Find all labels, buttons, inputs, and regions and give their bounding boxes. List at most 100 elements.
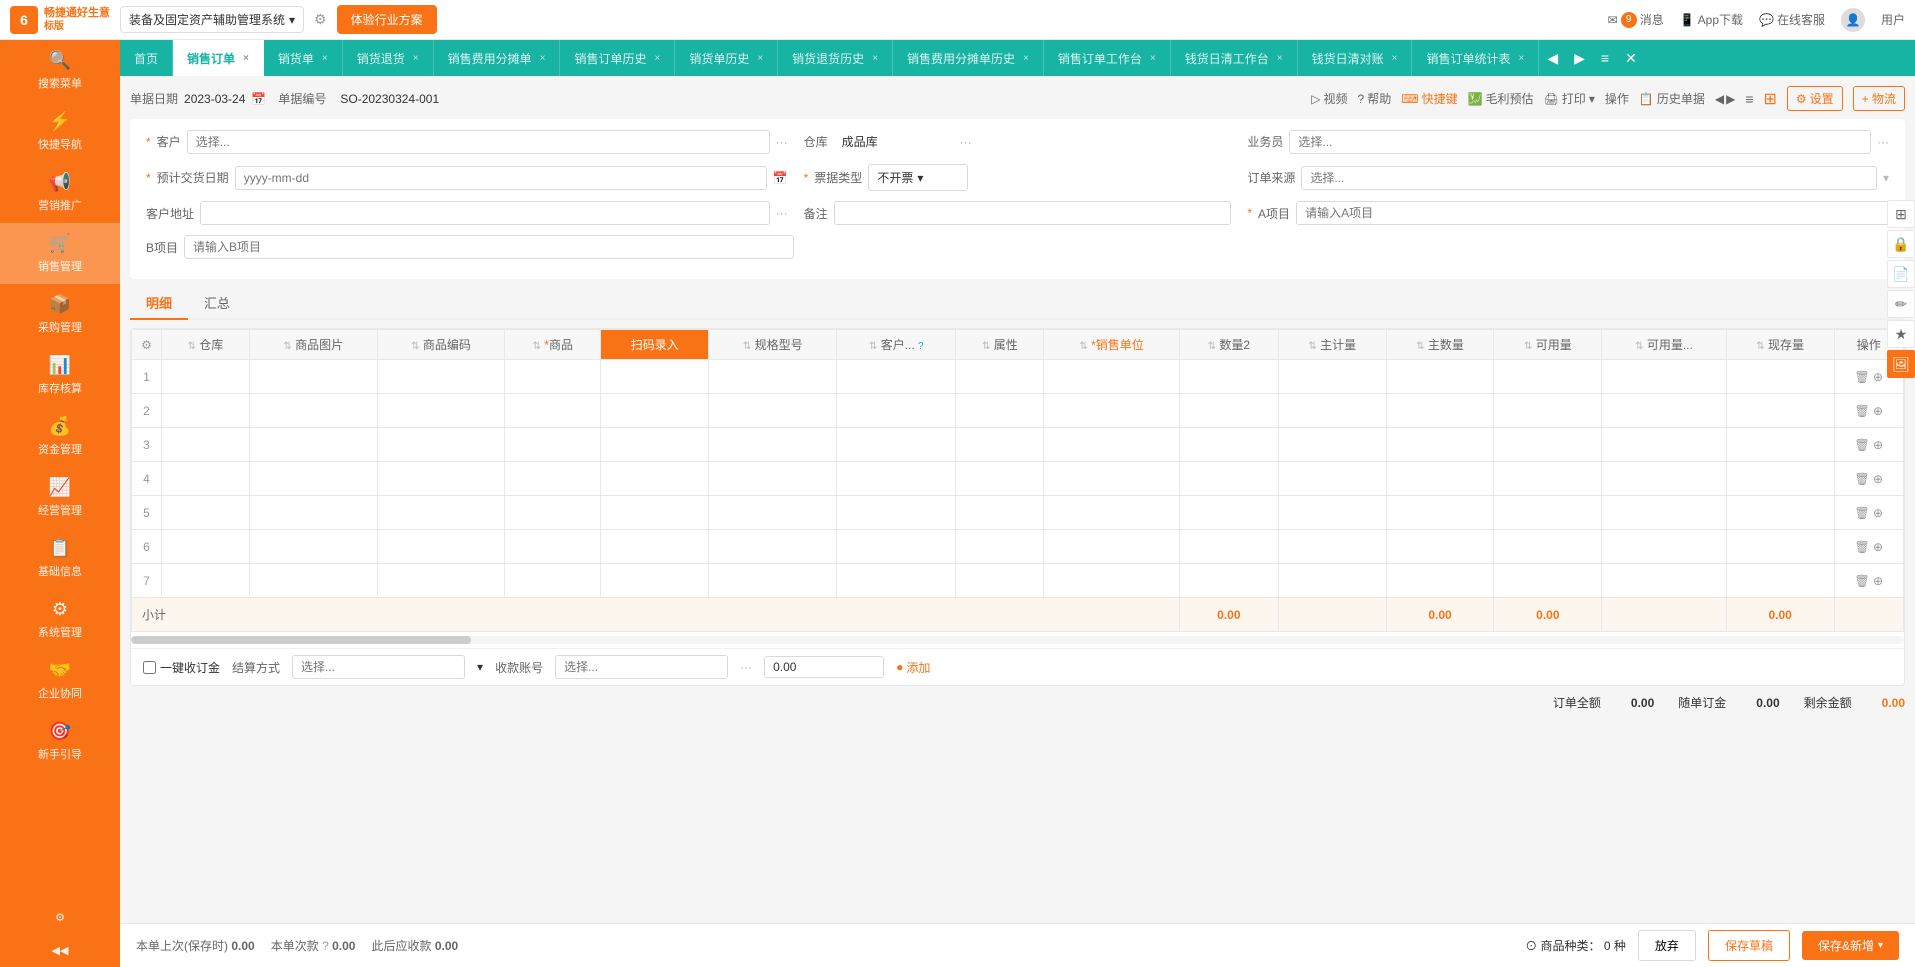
row-delete-4[interactable]: 🗑 bbox=[1854, 472, 1869, 486]
right-btn-doc[interactable]: 📄 bbox=[1887, 260, 1915, 288]
save-new-btn[interactable]: 保存&新增 ▾ bbox=[1802, 931, 1899, 960]
row-copy-3[interactable]: ⊕ bbox=[1873, 438, 1883, 452]
tab-close-sales-order[interactable]: × bbox=[243, 53, 249, 64]
tab-return-history[interactable]: 销货退货历史 × bbox=[778, 40, 893, 76]
row-copy-6[interactable]: ⊕ bbox=[1873, 540, 1883, 554]
horizontal-scrollbar[interactable] bbox=[131, 636, 1904, 644]
tab-close-sales-stats[interactable]: × bbox=[1518, 53, 1524, 64]
add-payment-btn[interactable]: ● 添加 bbox=[896, 659, 930, 676]
tab-close-fee-history[interactable]: × bbox=[1023, 53, 1029, 64]
operate-btn[interactable]: 操作 bbox=[1605, 90, 1629, 107]
right-btn-star[interactable]: ★ bbox=[1887, 320, 1915, 348]
sidebar-item-inventory[interactable]: 📊 库存核算 bbox=[0, 345, 120, 406]
sidebar-item-quicknav[interactable]: ⚡ 快捷导航 bbox=[0, 101, 120, 162]
staff-input[interactable] bbox=[1289, 130, 1871, 154]
right-btn-lock[interactable]: 🔒 bbox=[1887, 230, 1915, 258]
sidebar-item-operations[interactable]: 📈 经营管理 bbox=[0, 467, 120, 528]
sidebar-item-sales[interactable]: 🛒 销售管理 bbox=[0, 223, 120, 284]
pay-method-input[interactable] bbox=[292, 655, 465, 679]
tab-sales-goods[interactable]: 销货单 × bbox=[264, 40, 343, 76]
row-delete-3[interactable]: 🗑 bbox=[1854, 438, 1869, 452]
row-delete-7[interactable]: 🗑 bbox=[1854, 574, 1869, 588]
b-project-input[interactable] bbox=[184, 235, 794, 259]
setting-btn[interactable]: ⚙ 设置 bbox=[1787, 86, 1843, 111]
delivery-date-icon[interactable]: 📅 bbox=[773, 171, 788, 185]
sidebar-item-collab[interactable]: 🤝 企业协同 bbox=[0, 650, 120, 711]
warehouse-ellipsis[interactable]: ··· bbox=[960, 135, 972, 149]
view-btn[interactable]: ▷ 视频 bbox=[1311, 90, 1347, 107]
sidebar-item-purchase[interactable]: 📦 采购管理 bbox=[0, 284, 120, 345]
quick-deposit-check[interactable] bbox=[143, 661, 156, 674]
row-copy-2[interactable]: ⊕ bbox=[1873, 404, 1883, 418]
delivery-date-input[interactable] bbox=[235, 166, 767, 190]
tab-next-btn[interactable]: ▶ bbox=[1566, 50, 1593, 67]
messages-btn[interactable]: ✉ 9 消息 bbox=[1608, 11, 1664, 28]
right-btn-edit[interactable]: ✏ bbox=[1887, 290, 1915, 318]
history-btn[interactable]: 📋 历史单据 bbox=[1639, 90, 1705, 107]
tab-close-daily-workbench[interactable]: × bbox=[1277, 53, 1283, 64]
remarks-input[interactable] bbox=[834, 201, 1232, 225]
prev-record-btn[interactable]: ◀ bbox=[1715, 92, 1724, 106]
tab-close-sales-fee[interactable]: × bbox=[540, 53, 546, 64]
row-delete-2[interactable]: 🗑 bbox=[1854, 404, 1869, 418]
help-btn[interactable]: ? 帮助 bbox=[1358, 90, 1392, 107]
row-delete-5[interactable]: 🗑 bbox=[1854, 506, 1869, 520]
tab-daily-workbench[interactable]: 钱货日清工作台 × bbox=[1171, 40, 1298, 76]
sidebar-collapse-btn[interactable]: ◀◀ bbox=[0, 934, 120, 967]
order-source-input[interactable] bbox=[1301, 166, 1877, 190]
discard-btn[interactable]: 放弃 bbox=[1638, 930, 1696, 961]
next-record-btn[interactable]: ▶ bbox=[1726, 92, 1735, 106]
customer-input[interactable] bbox=[187, 130, 770, 154]
staff-ellipsis[interactable]: ··· bbox=[1877, 135, 1889, 149]
add-col-btn[interactable]: + 物流 bbox=[1853, 86, 1905, 111]
tab-order-workbench[interactable]: 销售订单工作台 × bbox=[1044, 40, 1171, 76]
shortcut-btn[interactable]: ⌨ 快捷键 bbox=[1401, 90, 1457, 107]
account-input[interactable] bbox=[555, 655, 728, 679]
right-btn-grid[interactable]: ⊞ bbox=[1887, 200, 1915, 228]
customer-ellipsis[interactable]: ··· bbox=[776, 135, 788, 149]
profit-btn[interactable]: 💹 毛利预估 bbox=[1468, 90, 1534, 107]
right-btn-image[interactable]: 🖼 bbox=[1887, 350, 1915, 378]
quick-deposit-checkbox[interactable]: 一键收订金 bbox=[143, 659, 220, 676]
tab-goods-history[interactable]: 销货单历史 × bbox=[675, 40, 778, 76]
save-draft-btn[interactable]: 保存草稿 bbox=[1708, 930, 1790, 961]
sidebar-item-marketing[interactable]: 📢 营销推广 bbox=[0, 162, 120, 223]
tab-sales-return[interactable]: 销货退货 × bbox=[343, 40, 434, 76]
customer-address-input[interactable] bbox=[200, 201, 770, 225]
tab-sales-order-history[interactable]: 销售订单历史 × bbox=[560, 40, 675, 76]
row-copy-4[interactable]: ⊕ bbox=[1873, 472, 1883, 486]
sidebar-item-finance[interactable]: 💰 资金管理 bbox=[0, 406, 120, 467]
row-delete-6[interactable]: 🗑 bbox=[1854, 540, 1869, 554]
tab-menu-btn[interactable]: ≡ bbox=[1593, 50, 1617, 66]
tab-detail[interactable]: 明细 bbox=[130, 287, 188, 320]
tab-close-sales-goods[interactable]: × bbox=[322, 53, 328, 64]
tab-close-sales-order-history[interactable]: × bbox=[654, 53, 660, 64]
tab-close-all-btn[interactable]: ✕ bbox=[1617, 50, 1645, 67]
tab-sales-fee[interactable]: 销售费用分摊单 × bbox=[434, 40, 561, 76]
sidebar-settings-btn[interactable]: ⚙ bbox=[0, 901, 120, 934]
tab-close-goods-history[interactable]: × bbox=[757, 53, 763, 64]
app-download-btn[interactable]: 📱 App下载 bbox=[1680, 11, 1743, 28]
sidebar-item-basics[interactable]: 📋 基础信息 bbox=[0, 528, 120, 589]
col-scan[interactable]: 扫码录入 bbox=[601, 330, 709, 360]
tab-fee-history[interactable]: 销售费用分摊单历史 × bbox=[893, 40, 1044, 76]
tab-close-sales-return[interactable]: × bbox=[413, 53, 419, 64]
account-ellipsis[interactable]: ··· bbox=[740, 660, 752, 674]
col-gear[interactable]: ⚙ bbox=[132, 330, 162, 360]
row-delete-1[interactable]: 🗑 bbox=[1854, 370, 1869, 384]
solution-button[interactable]: 体验行业方案 bbox=[337, 5, 437, 34]
list-view-btn[interactable]: ≡ bbox=[1745, 91, 1753, 107]
print-btn[interactable]: 🖨 打印 ▾ bbox=[1544, 90, 1595, 107]
tab-summary[interactable]: 汇总 bbox=[188, 287, 246, 318]
row-copy-5[interactable]: ⊕ bbox=[1873, 506, 1883, 520]
row-copy-7[interactable]: ⊕ bbox=[1873, 574, 1883, 588]
date-picker-icon[interactable]: 📅 bbox=[251, 92, 266, 106]
tab-prev-btn[interactable]: ◀ bbox=[1539, 50, 1566, 67]
order-source-chevron[interactable]: ▾ bbox=[1883, 171, 1889, 185]
tab-daily-reconcile[interactable]: 钱货日清对账 × bbox=[1298, 40, 1413, 76]
sidebar-item-guide[interactable]: 🎯 新手引导 bbox=[0, 711, 120, 772]
tab-close-order-workbench[interactable]: × bbox=[1150, 53, 1156, 64]
tab-close-return-history[interactable]: × bbox=[872, 53, 878, 64]
row-copy-1[interactable]: ⊕ bbox=[1873, 370, 1883, 384]
settings-icon[interactable]: ⚙ bbox=[314, 11, 327, 28]
